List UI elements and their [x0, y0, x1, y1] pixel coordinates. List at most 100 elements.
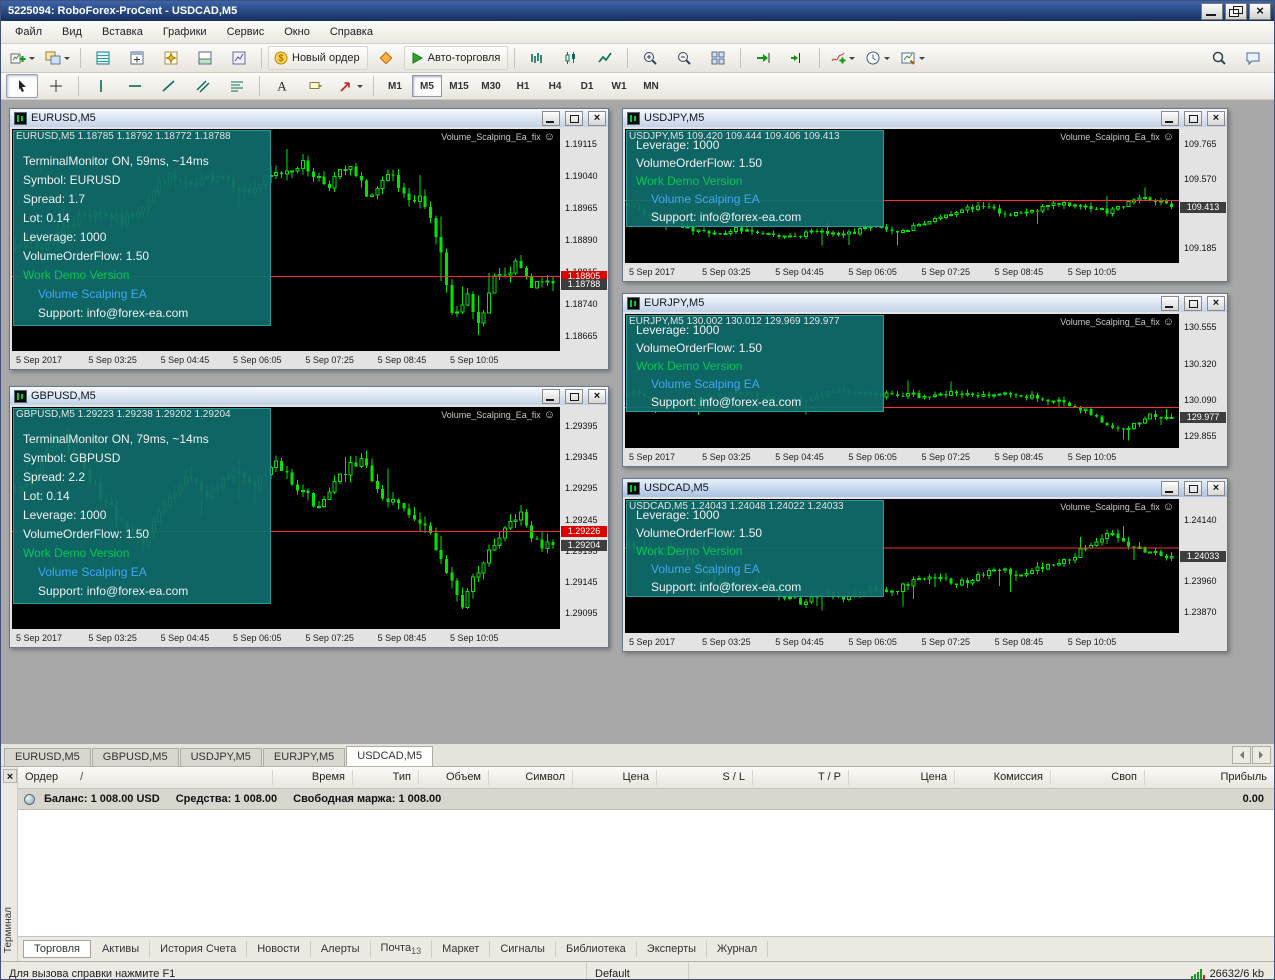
menu-charts[interactable]: Графики	[153, 23, 217, 41]
chart-plot-area[interactable]: TerminalMonitor ON, 79ms, ~14ms Symbol: G…	[12, 407, 560, 629]
timeframe-d1[interactable]: D1	[572, 75, 602, 97]
menu-help[interactable]: Справка	[320, 23, 383, 41]
auto-scroll-button[interactable]	[747, 46, 779, 70]
zoom-in-button[interactable]	[634, 46, 666, 70]
menu-view[interactable]: Вид	[52, 23, 92, 41]
ea-smiley-icon[interactable]: ☺	[1163, 501, 1174, 513]
chart-window-titlebar[interactable]: USDJPY,M5	[623, 109, 1227, 128]
ea-smiley-icon[interactable]: ☺	[544, 409, 555, 421]
chart-shift-button[interactable]	[781, 46, 813, 70]
restore-button[interactable]	[1225, 2, 1247, 20]
terminal-tab-alerts[interactable]: Алерты	[311, 941, 371, 957]
chart-minimize-button[interactable]	[542, 388, 560, 404]
chart-window-titlebar[interactable]: EURJPY,M5	[623, 294, 1227, 313]
terminal-toggle-button[interactable]	[189, 46, 221, 70]
chart-tab-usdjpy-m5[interactable]: USDJPY,M5	[179, 748, 262, 766]
terminal-tab-experts[interactable]: Эксперты	[637, 941, 708, 957]
autotrading-button[interactable]: Авто-торговля	[403, 46, 509, 70]
column-header-time[interactable]: Время	[273, 770, 353, 785]
timeframe-m1[interactable]: M1	[380, 75, 410, 97]
chart-tab-gbpusd-m5[interactable]: GBPUSD,M5	[91, 748, 179, 766]
column-header-type[interactable]: Тип	[353, 770, 419, 785]
terminal-tab-library[interactable]: Библиотека	[556, 941, 637, 957]
text-tool-button[interactable]: A	[266, 74, 298, 98]
chart-window-titlebar[interactable]: USDCAD,M5	[623, 479, 1227, 498]
new-chart-button[interactable]	[6, 46, 39, 70]
column-header-volume[interactable]: Объем	[419, 770, 489, 785]
chart-restore-button[interactable]	[1184, 480, 1202, 496]
column-header-order[interactable]: Ордер /	[18, 770, 273, 785]
orders-table-body[interactable]	[18, 810, 1274, 936]
label-tool-button[interactable]	[300, 74, 332, 98]
column-header-commission[interactable]: Комиссия	[955, 770, 1051, 785]
timeframe-h1[interactable]: H1	[508, 75, 538, 97]
profiles-button[interactable]	[41, 46, 74, 70]
column-header-price-open[interactable]: Цена	[573, 770, 657, 785]
crosshair-tool-button[interactable]	[40, 74, 72, 98]
line-chart-type-button[interactable]	[589, 46, 621, 70]
column-header-tp[interactable]: T / P	[753, 770, 849, 785]
terminal-close-button[interactable]	[3, 769, 17, 783]
channel-tool-button[interactable]	[187, 74, 219, 98]
search-button[interactable]	[1203, 46, 1235, 70]
title-bar[interactable]: 5225094: RoboForex-ProCent - USDCAD,M5	[1, 1, 1274, 21]
arrows-tool-button[interactable]	[334, 74, 367, 98]
hline-tool-button[interactable]	[119, 74, 151, 98]
market-watch-button[interactable]	[87, 46, 119, 70]
column-header-price-current[interactable]: Цена	[849, 770, 955, 785]
minimize-button[interactable]	[1201, 2, 1223, 20]
column-header-sl[interactable]: S / L	[657, 770, 753, 785]
chart-tab-eurjpy-m5[interactable]: EURJPY,M5	[262, 748, 346, 766]
templates-button[interactable]	[896, 46, 929, 70]
chart-close-button[interactable]	[1207, 480, 1225, 496]
terminal-tab-market[interactable]: Маркет	[432, 941, 491, 957]
chart-restore-button[interactable]	[565, 388, 583, 404]
timeframe-m15[interactable]: M15	[444, 75, 474, 97]
fibonacci-tool-button[interactable]	[221, 74, 253, 98]
timeframe-h4[interactable]: H4	[540, 75, 570, 97]
candles-chart-type-button[interactable]	[555, 46, 587, 70]
strategy-tester-button[interactable]	[223, 46, 255, 70]
chart-window-titlebar[interactable]: GBPUSD,M5	[10, 387, 608, 406]
data-window-button[interactable]	[121, 46, 153, 70]
chart-minimize-button[interactable]	[1161, 480, 1179, 496]
chart-close-button[interactable]	[588, 388, 606, 404]
chart-restore-button[interactable]	[565, 110, 583, 126]
chart-plot-area[interactable]: Leverage: 1000 VolumeOrderFlow: 1.50 Work …	[625, 499, 1179, 633]
terminal-tab-journal[interactable]: Журнал	[707, 941, 769, 957]
terminal-tab-signals[interactable]: Сигналы	[490, 941, 556, 957]
chart-close-button[interactable]	[1207, 110, 1225, 126]
terminal-tab-trade[interactable]: Торговля	[23, 940, 91, 958]
close-button[interactable]	[1249, 2, 1271, 20]
chart-restore-button[interactable]	[1184, 110, 1202, 126]
chart-tab-eurusd-m5[interactable]: EURUSD,M5	[4, 748, 91, 766]
chart-plot-area[interactable]: TerminalMonitor ON, 59ms, ~14ms Symbol: E…	[12, 129, 560, 351]
chart-close-button[interactable]	[588, 110, 606, 126]
periods-button[interactable]	[861, 46, 894, 70]
terminal-tab-news[interactable]: Новости	[247, 941, 311, 957]
metaeditor-button[interactable]	[370, 46, 402, 70]
status-profile[interactable]: Default	[587, 962, 689, 979]
chart-plot-area[interactable]: Leverage: 1000 VolumeOrderFlow: 1.50 Work …	[625, 129, 1179, 263]
indicators-button[interactable]	[826, 46, 859, 70]
tile-windows-button[interactable]	[702, 46, 734, 70]
new-order-button[interactable]: $ Новый ордер	[268, 46, 368, 70]
chart-plot-area[interactable]: Leverage: 1000 VolumeOrderFlow: 1.50 Work …	[625, 314, 1179, 448]
timeframe-mn[interactable]: MN	[636, 75, 666, 97]
menu-window[interactable]: Окно	[274, 23, 320, 41]
bars-chart-type-button[interactable]	[521, 46, 553, 70]
ea-smiley-icon[interactable]: ☺	[544, 131, 555, 143]
zoom-out-button[interactable]	[668, 46, 700, 70]
chart-minimize-button[interactable]	[542, 110, 560, 126]
vline-tool-button[interactable]	[85, 74, 117, 98]
timeframe-m30[interactable]: M30	[476, 75, 506, 97]
chart-minimize-button[interactable]	[1161, 295, 1179, 311]
menu-file[interactable]: Файл	[5, 23, 52, 41]
terminal-tab-assets[interactable]: Активы	[92, 941, 151, 957]
chart-window-titlebar[interactable]: EURUSD,M5	[10, 109, 608, 128]
chart-close-button[interactable]	[1207, 295, 1225, 311]
tab-scroll-right-button[interactable]	[1252, 746, 1271, 764]
navigator-button[interactable]	[155, 46, 187, 70]
timeframe-m5[interactable]: M5	[412, 75, 442, 97]
chart-tab-usdcad-m5[interactable]: USDCAD,M5	[346, 746, 434, 766]
